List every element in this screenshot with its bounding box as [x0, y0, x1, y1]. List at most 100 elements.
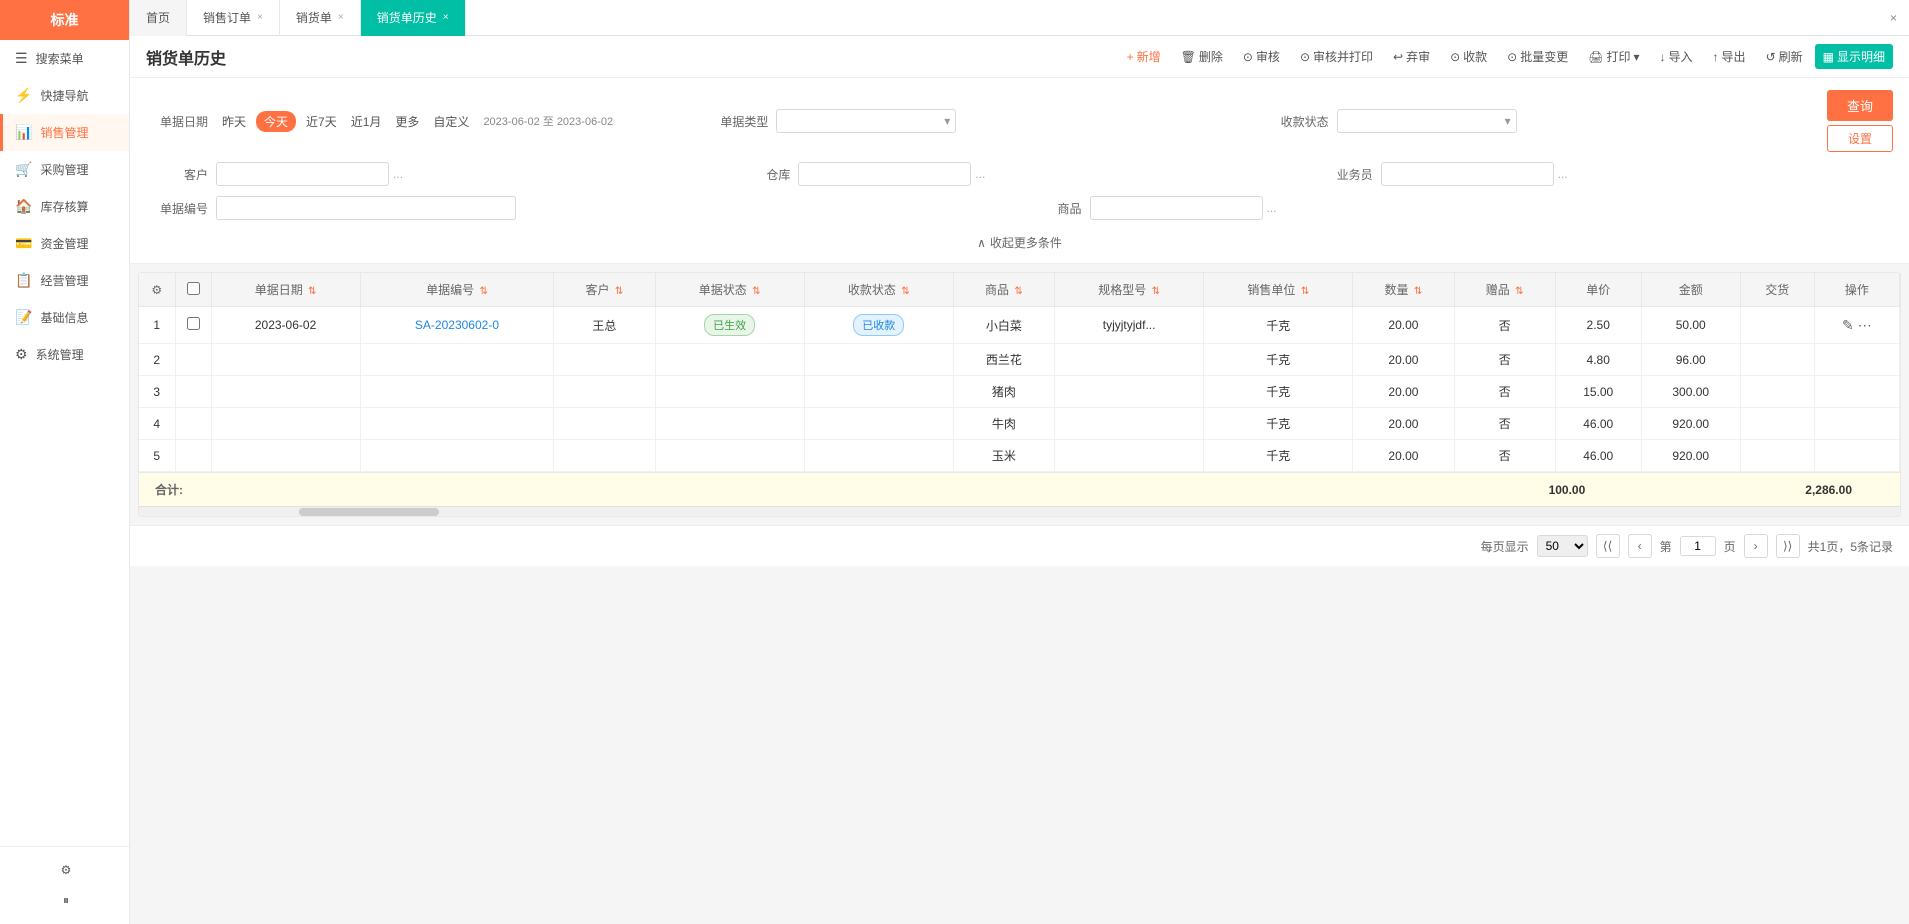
cell-doc-no[interactable]: [360, 440, 554, 472]
audit-button[interactable]: ⊙ 审核: [1235, 44, 1288, 69]
th-spec[interactable]: 规格型号 ⇅: [1055, 273, 1204, 307]
scrollbar-area[interactable]: [139, 506, 1900, 516]
doc-type-select[interactable]: [776, 109, 956, 133]
sidebar-item-purchase-mgmt[interactable]: 🛒 采购管理: [0, 151, 129, 188]
warehouse-dots[interactable]: ...: [975, 167, 985, 181]
print-button[interactable]: 🖨 打印 ▾: [1580, 44, 1647, 69]
scrollbar-thumb[interactable]: [299, 508, 439, 516]
pay-status-select[interactable]: [1337, 109, 1517, 133]
prev-page-btn[interactable]: ‹: [1628, 534, 1652, 558]
cell-gift: 否: [1454, 440, 1555, 472]
cell-amount: 96.00: [1641, 344, 1740, 376]
sidebar-item-system-mgmt[interactable]: ⚙ 系统管理: [0, 336, 129, 373]
delete-button[interactable]: 🗑 删除: [1173, 44, 1231, 69]
th-qty[interactable]: 数量 ⇅: [1353, 273, 1454, 307]
warehouse-input[interactable]: [798, 162, 971, 186]
first-page-btn[interactable]: ⟨⟨: [1596, 534, 1620, 558]
cell-gift: 否: [1454, 344, 1555, 376]
audit-print-button[interactable]: ⊙ 审核并打印: [1292, 44, 1381, 69]
next-page-btn[interactable]: ›: [1744, 534, 1768, 558]
th-settings[interactable]: ⚙: [139, 273, 175, 307]
sidebar-item-inventory-calc[interactable]: 🏠 库存核算: [0, 188, 129, 225]
th-trade[interactable]: 交货: [1740, 273, 1814, 307]
tab-delivery-label: 销货单: [296, 9, 332, 26]
query-button[interactable]: 查询: [1827, 90, 1893, 121]
th-amount[interactable]: 金额: [1641, 273, 1740, 307]
receive-button[interactable]: ⊙ 收款: [1442, 44, 1495, 69]
sidebar-item-search-menu[interactable]: ☰ 搜索菜单: [0, 40, 129, 77]
cell-doc-no[interactable]: [360, 376, 554, 408]
last-page-btn[interactable]: ⟩⟩: [1776, 534, 1800, 558]
sidebar-item-basic-info[interactable]: 📝 基础信息: [0, 299, 129, 336]
sidebar-pause-btn[interactable]: ⏸: [0, 885, 129, 916]
th-doc-date[interactable]: 单据日期 ⇅: [211, 273, 360, 307]
page-of-label: 页: [1724, 538, 1736, 555]
import-button[interactable]: ↓ 导入: [1652, 44, 1701, 69]
sidebar-item-quick-nav[interactable]: ⚡ 快捷导航: [0, 77, 129, 114]
cell-check[interactable]: [175, 408, 211, 440]
shortcut-today[interactable]: 今天: [256, 111, 296, 132]
export-button[interactable]: ↑ 导出: [1705, 44, 1754, 69]
abandon-button[interactable]: ↩ 弃审: [1385, 44, 1438, 69]
more-action-icon[interactable]: ⋯: [1858, 317, 1872, 334]
th-check[interactable]: [175, 273, 211, 307]
cell-doc-no[interactable]: [360, 408, 554, 440]
shortcut-7days[interactable]: 近7天: [302, 111, 341, 132]
sidebar-settings-btn[interactable]: ⚙: [0, 855, 129, 885]
cell-customer: [554, 408, 655, 440]
th-doc-no[interactable]: 单据编号 ⇅: [360, 273, 554, 307]
cell-doc-no[interactable]: [360, 344, 554, 376]
th-doc-status[interactable]: 单据状态 ⇅: [655, 273, 804, 307]
cell-check[interactable]: [175, 376, 211, 408]
th-gift[interactable]: 赠品 ⇅: [1454, 273, 1555, 307]
check-all[interactable]: [187, 282, 200, 295]
tab-delivery-close[interactable]: ×: [338, 12, 344, 23]
doc-no-link[interactable]: SA-20230602-0: [415, 318, 499, 332]
tab-sales-order-close[interactable]: ×: [257, 12, 263, 23]
sidebar-item-fund-mgmt[interactable]: 💳 资金管理: [0, 225, 129, 262]
shortcut-more[interactable]: 更多: [391, 111, 423, 132]
row-checkbox[interactable]: [187, 317, 200, 330]
shortcut-custom[interactable]: 自定义: [429, 111, 473, 132]
staff-input[interactable]: [1381, 162, 1554, 186]
new-button[interactable]: + 新增: [1119, 44, 1169, 69]
page-size-select[interactable]: 50 100 200: [1537, 535, 1588, 557]
sidebar-item-operations-mgmt[interactable]: 📋 经营管理: [0, 262, 129, 299]
batch-change-button[interactable]: ⊙ 批量变更: [1499, 44, 1576, 69]
customer-input[interactable]: [216, 162, 389, 186]
th-product[interactable]: 商品 ⇅: [953, 273, 1054, 307]
tab-delivery-history[interactable]: 销货单历史 ×: [361, 0, 466, 36]
show-detail-button[interactable]: ▦ 显示明细: [1815, 44, 1893, 69]
customer-dots[interactable]: ...: [393, 167, 403, 181]
page-input[interactable]: [1680, 536, 1716, 556]
cell-check[interactable]: [175, 440, 211, 472]
cell-doc-no[interactable]: SA-20230602-0: [360, 307, 554, 344]
cell-check[interactable]: [175, 307, 211, 344]
th-customer[interactable]: 客户 ⇅: [554, 273, 655, 307]
staff-dots[interactable]: ...: [1558, 167, 1568, 181]
tab-home[interactable]: 首页: [130, 0, 187, 36]
edit-action-icon[interactable]: ✎: [1842, 317, 1854, 334]
tab-delivery-history-close[interactable]: ×: [443, 12, 449, 23]
shortcut-1month[interactable]: 近1月: [347, 111, 386, 132]
product-label: 商品: [1020, 200, 1090, 217]
cell-check[interactable]: [175, 344, 211, 376]
th-price[interactable]: 单价: [1555, 273, 1641, 307]
set-button[interactable]: 设置: [1827, 125, 1893, 152]
shortcut-yesterday[interactable]: 昨天: [218, 111, 250, 132]
sidebar-item-sales-mgmt[interactable]: 📊 销售管理: [0, 114, 129, 151]
tab-delivery[interactable]: 销货单 ×: [280, 0, 361, 36]
product-input[interactable]: [1090, 196, 1263, 220]
th-pay-status[interactable]: 收款状态 ⇅: [804, 273, 953, 307]
product-dots[interactable]: ...: [1267, 201, 1277, 215]
refresh-button[interactable]: ↺ 刷新: [1758, 44, 1811, 69]
docno-input[interactable]: [216, 196, 516, 220]
cell-doc-status: [655, 376, 804, 408]
th-unit[interactable]: 销售单位 ⇅: [1204, 273, 1353, 307]
cell-trade: [1740, 440, 1814, 472]
cell-seq: 4: [139, 408, 175, 440]
collapse-button[interactable]: ∧ 收起更多条件: [977, 234, 1062, 251]
filter-group-doc-type: 单据类型: [706, 109, 1234, 133]
tab-sales-order[interactable]: 销售订单 ×: [187, 0, 280, 36]
tabs-bar-close-btn[interactable]: ×: [1878, 11, 1909, 25]
